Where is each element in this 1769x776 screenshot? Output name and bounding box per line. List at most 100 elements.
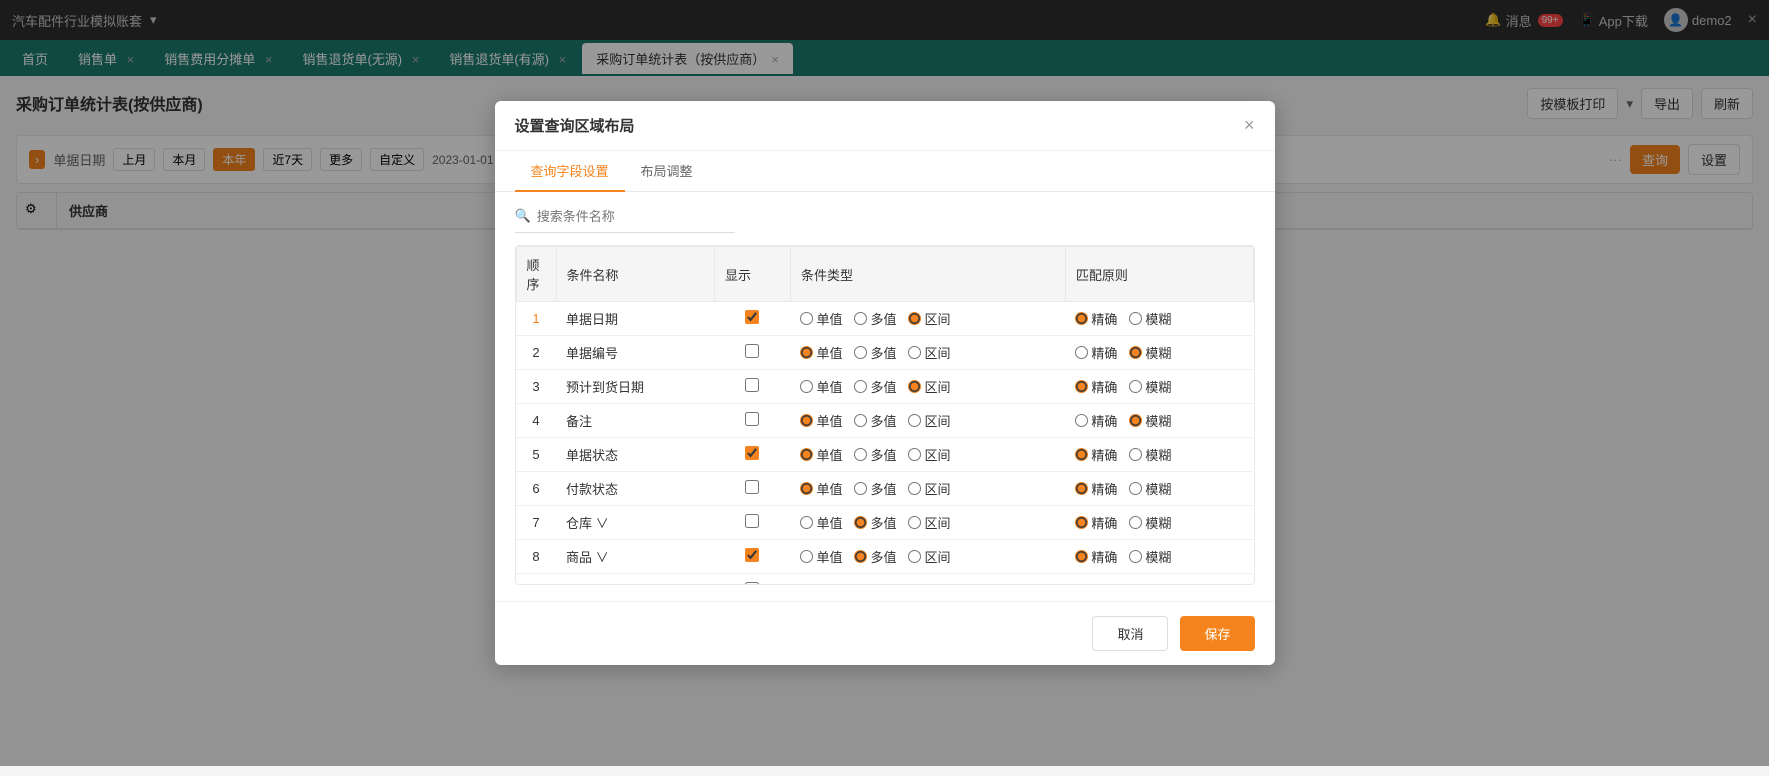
match-fuzzy-radio[interactable]: 模糊: [1129, 411, 1171, 430]
row-condition-name: 单据日期: [556, 302, 714, 336]
search-input[interactable]: [531, 209, 735, 224]
match-fuzzy-radio[interactable]: 模糊: [1129, 547, 1171, 566]
type-multi-radio[interactable]: 多值: [854, 411, 896, 430]
row-number: 2: [516, 336, 556, 370]
match-exact-radio[interactable]: 精确: [1075, 513, 1117, 532]
dialog-close-button[interactable]: ×: [1244, 115, 1255, 136]
type-single-radio[interactable]: 单值: [800, 445, 842, 464]
type-range-radio[interactable]: 区间: [908, 479, 950, 498]
type-multi-label: 多值: [870, 445, 896, 464]
match-fuzzy-radio[interactable]: 模糊: [1129, 377, 1171, 396]
type-single-radio[interactable]: 单值: [800, 309, 842, 328]
type-range-radio[interactable]: 区间: [908, 581, 950, 585]
row-match-cell: 精确 模糊: [1065, 574, 1253, 586]
row-display-cell: [714, 370, 790, 404]
match-exact-radio[interactable]: 精确: [1075, 343, 1117, 362]
match-fuzzy-label: 模糊: [1145, 445, 1171, 464]
type-single-label: 单值: [816, 581, 842, 585]
match-fuzzy-radio[interactable]: 模糊: [1129, 479, 1171, 498]
match-exact-label: 精确: [1091, 343, 1117, 362]
match-exact-radio[interactable]: 精确: [1075, 377, 1117, 396]
match-exact-radio[interactable]: 精确: [1075, 479, 1117, 498]
type-single-radio[interactable]: 单值: [800, 343, 842, 362]
type-range-label: 区间: [924, 445, 950, 464]
display-checkbox[interactable]: [745, 344, 759, 358]
match-fuzzy-radio[interactable]: 模糊: [1129, 445, 1171, 464]
type-single-radio[interactable]: 单值: [800, 513, 842, 532]
display-checkbox[interactable]: [745, 582, 759, 585]
type-multi-radio[interactable]: 多值: [854, 309, 896, 328]
type-single-radio[interactable]: 单值: [800, 479, 842, 498]
table-row: 9属性 ∨ 单值 多值 区间 精确 模糊: [516, 574, 1253, 586]
match-exact-radio[interactable]: 精确: [1075, 411, 1117, 430]
row-match-cell: 精确 模糊: [1065, 506, 1253, 540]
row-type-cell: 单值 多值 区间: [790, 438, 1065, 472]
type-single-radio[interactable]: 单值: [800, 411, 842, 430]
type-range-radio[interactable]: 区间: [908, 411, 950, 430]
match-exact-label: 精确: [1091, 581, 1117, 585]
type-single-radio[interactable]: 单值: [800, 581, 842, 585]
row-display-cell: [714, 438, 790, 472]
type-multi-radio[interactable]: 多值: [854, 581, 896, 585]
type-multi-radio[interactable]: 多值: [854, 547, 896, 566]
type-single-radio[interactable]: 单值: [800, 377, 842, 396]
match-exact-label: 精确: [1091, 445, 1117, 464]
match-exact-radio[interactable]: 精确: [1075, 445, 1117, 464]
type-multi-label: 多值: [870, 479, 896, 498]
row-display-cell: [714, 506, 790, 540]
display-checkbox[interactable]: [745, 548, 759, 562]
save-button[interactable]: 保存: [1180, 616, 1254, 651]
type-range-radio[interactable]: 区间: [908, 309, 950, 328]
display-checkbox[interactable]: [745, 378, 759, 392]
display-checkbox[interactable]: [745, 480, 759, 494]
row-condition-name: 属性 ∨: [556, 574, 714, 586]
th-type: 条件类型: [790, 247, 1065, 302]
type-multi-radio[interactable]: 多值: [854, 513, 896, 532]
type-multi-radio[interactable]: 多值: [854, 445, 896, 464]
type-multi-radio[interactable]: 多值: [854, 479, 896, 498]
type-range-radio[interactable]: 区间: [908, 547, 950, 566]
type-multi-radio[interactable]: 多值: [854, 343, 896, 362]
type-range-radio[interactable]: 区间: [908, 343, 950, 362]
type-multi-label: 多值: [870, 411, 896, 430]
display-checkbox[interactable]: [745, 412, 759, 426]
tab-query-field-settings[interactable]: 查询字段设置: [515, 151, 625, 192]
cancel-button[interactable]: 取消: [1092, 616, 1168, 651]
table-row: 7仓库 ∨ 单值 多值 区间 精确 模糊: [516, 506, 1253, 540]
row-type-cell: 单值 多值 区间: [790, 370, 1065, 404]
dialog-tab-bar: 查询字段设置 布局调整: [495, 151, 1275, 192]
th-match: 匹配原则: [1065, 247, 1253, 302]
th-display: 显示: [714, 247, 790, 302]
match-exact-radio[interactable]: 精确: [1075, 581, 1117, 585]
dialog-overlay: 设置查询区域布局 × 查询字段设置 布局调整 🔍 顺序 条件名称 显示: [0, 0, 1769, 766]
tab-layout-adjust[interactable]: 布局调整: [625, 151, 709, 192]
type-multi-radio[interactable]: 多值: [854, 377, 896, 396]
type-range-label: 区间: [924, 343, 950, 362]
table-row: 3预计到货日期 单值 多值 区间 精确 模糊: [516, 370, 1253, 404]
match-exact-radio[interactable]: 精确: [1075, 547, 1117, 566]
type-single-label: 单值: [816, 377, 842, 396]
type-single-radio[interactable]: 单值: [800, 547, 842, 566]
row-number: 3: [516, 370, 556, 404]
match-fuzzy-radio[interactable]: 模糊: [1129, 309, 1171, 328]
display-checkbox[interactable]: [745, 514, 759, 528]
conditions-table-scroll: 顺序 条件名称 显示 条件类型 匹配原则 1单据日期 单值 多值: [515, 245, 1255, 585]
type-range-radio[interactable]: 区间: [908, 445, 950, 464]
match-fuzzy-radio[interactable]: 模糊: [1129, 513, 1171, 532]
display-checkbox[interactable]: [745, 310, 759, 324]
th-name: 条件名称: [556, 247, 714, 302]
type-single-label: 单值: [816, 445, 842, 464]
row-condition-name: 单据编号: [556, 336, 714, 370]
type-range-radio[interactable]: 区间: [908, 513, 950, 532]
display-checkbox[interactable]: [745, 446, 759, 460]
match-exact-label: 精确: [1091, 479, 1117, 498]
dialog-header: 设置查询区域布局 ×: [495, 101, 1275, 151]
match-fuzzy-radio[interactable]: 模糊: [1129, 343, 1171, 362]
row-condition-name: 备注: [556, 404, 714, 438]
type-range-radio[interactable]: 区间: [908, 377, 950, 396]
row-condition-name: 预计到货日期: [556, 370, 714, 404]
type-range-label: 区间: [924, 479, 950, 498]
match-exact-radio[interactable]: 精确: [1075, 309, 1117, 328]
match-fuzzy-label: 模糊: [1145, 479, 1171, 498]
match-fuzzy-radio[interactable]: 模糊: [1129, 581, 1171, 585]
